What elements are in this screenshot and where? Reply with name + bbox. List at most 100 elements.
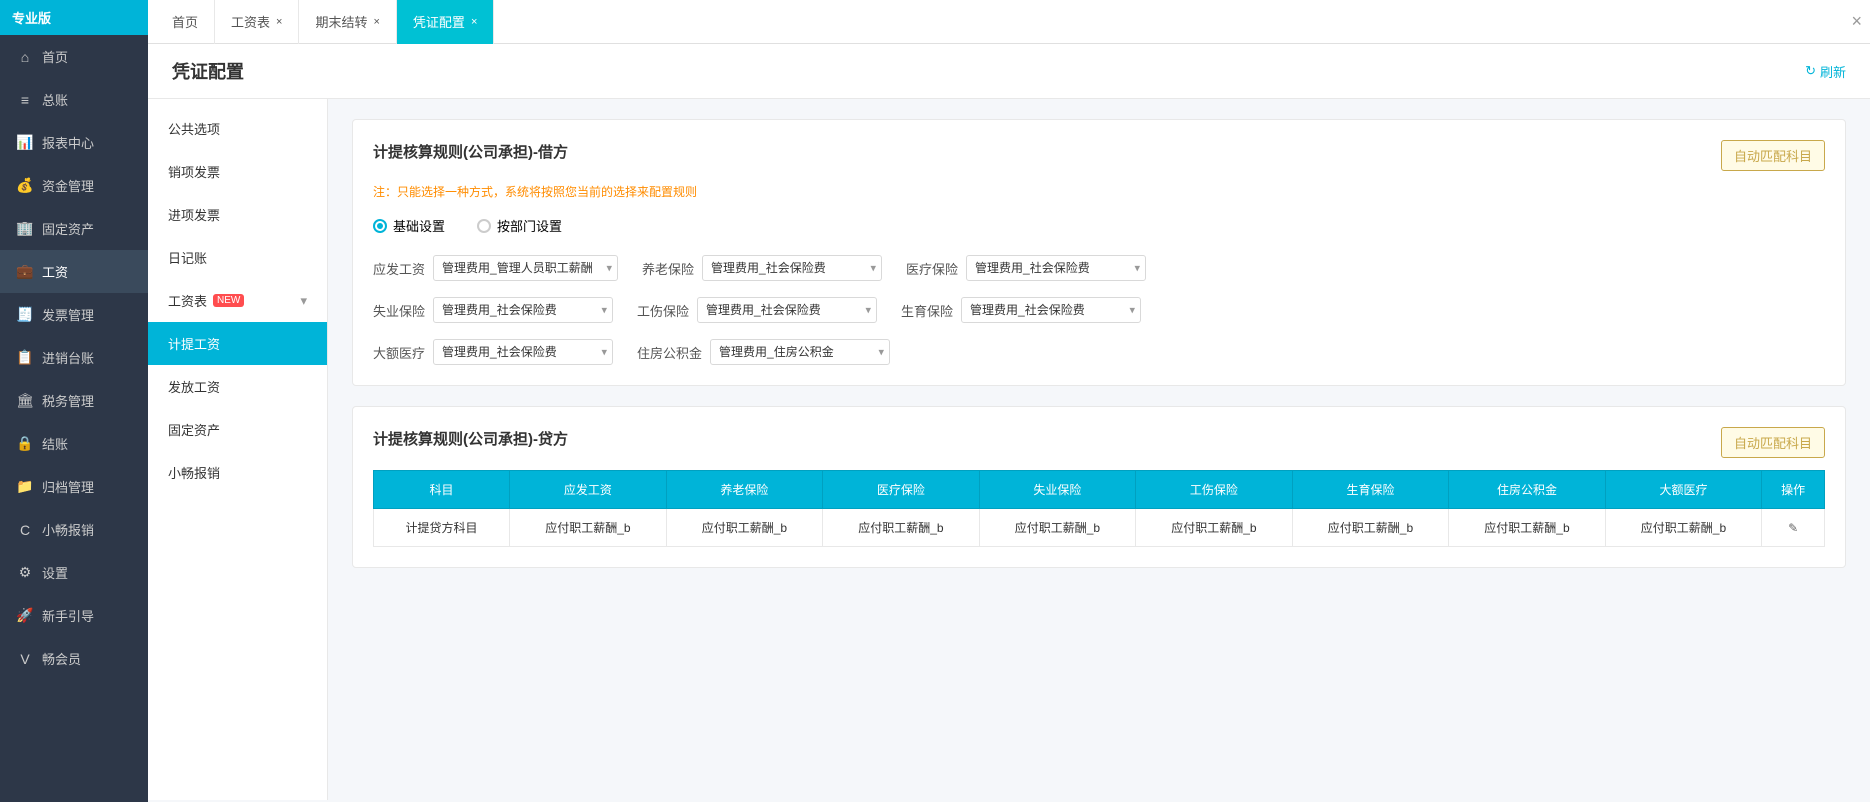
form-item-injury: 工伤保险 管理费用_社会保险费 — [637, 297, 877, 323]
left-nav-journal[interactable]: 日记账 — [148, 236, 327, 279]
content-layout: 公共选项 销项发票 进项发票 日记账 工资表 NEW ▾ 计提工资 发放工资 固… — [148, 99, 1870, 800]
left-nav-xiaochang[interactable]: 小畅报销 — [148, 451, 327, 494]
home-icon: ⌂ — [16, 49, 34, 65]
unemployment-label: 失业保险 — [373, 301, 425, 320]
left-nav-salary-payment[interactable]: 发放工资 — [148, 365, 327, 408]
major-medical-label: 大额医疗 — [373, 343, 425, 362]
sidebar-item-ledger[interactable]: ≡ 总账 — [0, 78, 148, 121]
sidebar-item-archive[interactable]: 📁 归档管理 — [0, 465, 148, 508]
cell-unemployment: 应付职工薪酬_b — [979, 509, 1136, 547]
birth-label: 生育保险 — [901, 301, 953, 320]
major-medical-select[interactable]: 管理费用_社会保险费 — [433, 339, 613, 365]
tab-home[interactable]: 首页 — [156, 0, 215, 44]
left-nav: 公共选项 销项发票 进项发票 日记账 工资表 NEW ▾ 计提工资 发放工资 固… — [148, 99, 328, 800]
sidebar-item-label: 资金管理 — [42, 176, 94, 195]
form-item-medical: 医疗保险 管理费用_社会保险费 — [906, 255, 1146, 281]
invoice-icon: 🧾 — [16, 306, 34, 323]
settings-icon: ⚙ — [16, 564, 34, 581]
col-medical: 医疗保险 — [823, 471, 980, 509]
sidebar-item-label: 总账 — [42, 90, 68, 109]
sidebar-item-label: 工资 — [42, 262, 68, 281]
purchase-sale-icon: 📋 — [16, 349, 34, 366]
medical-label: 医疗保险 — [906, 259, 958, 278]
sidebar-item-xiaochang[interactable]: C 小畅报销 — [0, 508, 148, 551]
app-edition: 专业版 — [0, 0, 148, 35]
debit-auto-match-button[interactable]: 自动匹配科目 — [1721, 140, 1825, 171]
sidebar-item-home[interactable]: ⌂ 首页 — [0, 35, 148, 78]
radio-basic[interactable]: 基础设置 — [373, 216, 445, 235]
left-nav-fixed-assets[interactable]: 固定资产 — [148, 408, 327, 451]
tab-period-close[interactable]: 期末结转 × — [299, 0, 396, 44]
left-nav-public[interactable]: 公共选项 — [148, 107, 327, 150]
col-pension: 养老保险 — [666, 471, 823, 509]
edit-icon[interactable]: ✎ — [1788, 521, 1798, 535]
pension-select[interactable]: 管理费用_社会保险费 — [702, 255, 882, 281]
sidebar-item-fixed-assets[interactable]: 🏢 固定资产 — [0, 207, 148, 250]
left-nav-salary-accrual[interactable]: 计提工资 — [148, 322, 327, 365]
salary-select[interactable]: 管理费用_管理人员职工薪酬 — [433, 255, 618, 281]
debit-form-row-3: 大额医疗 管理费用_社会保险费 住房公积金 — [373, 339, 1825, 365]
debit-section-title: 计提核算规则(公司承担)-借方 — [373, 141, 568, 162]
pension-select-wrapper: 管理费用_社会保险费 — [702, 255, 882, 281]
housing-label: 住房公积金 — [637, 343, 702, 362]
tab-salary-close[interactable]: × — [276, 16, 282, 28]
right-content: 计提核算规则(公司承担)-借方 自动匹配科目 注：只能选择一种方式，系统将按照您… — [328, 99, 1870, 800]
birth-select-wrapper: 管理费用_社会保险费 — [961, 297, 1141, 323]
refresh-icon: ↻ — [1805, 63, 1816, 79]
closing-icon: 🔒 — [16, 435, 34, 452]
sidebar-item-funds[interactable]: 💰 资金管理 — [0, 164, 148, 207]
debit-section: 计提核算规则(公司承担)-借方 自动匹配科目 注：只能选择一种方式，系统将按照您… — [352, 119, 1846, 386]
injury-select[interactable]: 管理费用_社会保险费 — [697, 297, 877, 323]
left-nav-sales-invoice[interactable]: 销项发票 — [148, 150, 327, 193]
col-salary: 应发工资 — [510, 471, 667, 509]
tab-voucher-config[interactable]: 凭证配置 × — [397, 0, 494, 44]
credit-table: 科目 应发工资 养老保险 医疗保险 失业保险 工伤保险 生育保险 住房公积金 大… — [373, 470, 1825, 547]
form-item-pension: 养老保险 管理费用_社会保险费 — [642, 255, 882, 281]
birth-select[interactable]: 管理费用_社会保险费 — [961, 297, 1141, 323]
cell-medical: 应付职工薪酬_b — [823, 509, 980, 547]
tab-period-label: 期末结转 — [315, 12, 367, 31]
sidebar-item-guide[interactable]: 🚀 新手引导 — [0, 594, 148, 637]
col-major-medical: 大额医疗 — [1605, 471, 1762, 509]
tab-period-close-btn[interactable]: × — [373, 16, 379, 28]
credit-section-header: 计提核算规则(公司承担)-贷方 自动匹配科目 — [373, 427, 1825, 458]
salary-label: 应发工资 — [373, 259, 425, 278]
cell-salary: 应付职工薪酬_b — [510, 509, 667, 547]
refresh-button[interactable]: ↻ 刷新 — [1805, 62, 1846, 81]
sidebar-item-label: 报表中心 — [42, 133, 94, 152]
tax-icon: 🏛 — [16, 392, 34, 409]
archive-icon: 📁 — [16, 478, 34, 495]
sidebar-item-label: 归档管理 — [42, 477, 94, 496]
tab-salary-table[interactable]: 工资表 × — [215, 0, 299, 44]
tab-voucher-close[interactable]: × — [471, 16, 477, 28]
radio-by-dept[interactable]: 按部门设置 — [477, 216, 562, 235]
salary-table-label: 工资表 — [168, 291, 207, 310]
unemployment-select-wrapper: 管理费用_社会保险费 — [433, 297, 613, 323]
left-nav-salary-table[interactable]: 工资表 NEW ▾ — [148, 279, 327, 322]
guide-icon: 🚀 — [16, 607, 34, 624]
credit-auto-match-button[interactable]: 自动匹配科目 — [1721, 427, 1825, 458]
sidebar-item-closing[interactable]: 🔒 结账 — [0, 422, 148, 465]
pension-label: 养老保险 — [642, 259, 694, 278]
sidebar-item-purchase-sale[interactable]: 📋 进销台账 — [0, 336, 148, 379]
page-header: 凭证配置 ↻ 刷新 — [148, 44, 1870, 99]
sidebar-item-member[interactable]: V 畅会员 — [0, 637, 148, 680]
sidebar-item-salary[interactable]: 💼 工资 — [0, 250, 148, 293]
sidebar-item-tax[interactable]: 🏛 税务管理 — [0, 379, 148, 422]
sidebar-item-invoice[interactable]: 🧾 发票管理 — [0, 293, 148, 336]
tab-salary-label: 工资表 — [231, 12, 270, 31]
cell-housing: 应付职工薪酬_b — [1449, 509, 1606, 547]
close-all-btn[interactable]: × — [1851, 11, 1862, 32]
sidebar-item-reports[interactable]: 📊 报表中心 — [0, 121, 148, 164]
sidebar: 专业版 ⌂ 首页 ≡ 总账 📊 报表中心 💰 资金管理 🏢 固定资产 💼 工资 … — [0, 0, 148, 802]
housing-select[interactable]: 管理费用_住房公积金 — [710, 339, 890, 365]
col-unemployment: 失业保险 — [979, 471, 1136, 509]
injury-label: 工伤保险 — [637, 301, 689, 320]
left-nav-purchase-invoice[interactable]: 进项发票 — [148, 193, 327, 236]
radio-dept-label: 按部门设置 — [497, 216, 562, 235]
sidebar-item-settings[interactable]: ⚙ 设置 — [0, 551, 148, 594]
medical-select[interactable]: 管理费用_社会保险费 — [966, 255, 1146, 281]
radio-basic-label: 基础设置 — [393, 216, 445, 235]
cell-action[interactable]: ✎ — [1762, 509, 1825, 547]
unemployment-select[interactable]: 管理费用_社会保险费 — [433, 297, 613, 323]
